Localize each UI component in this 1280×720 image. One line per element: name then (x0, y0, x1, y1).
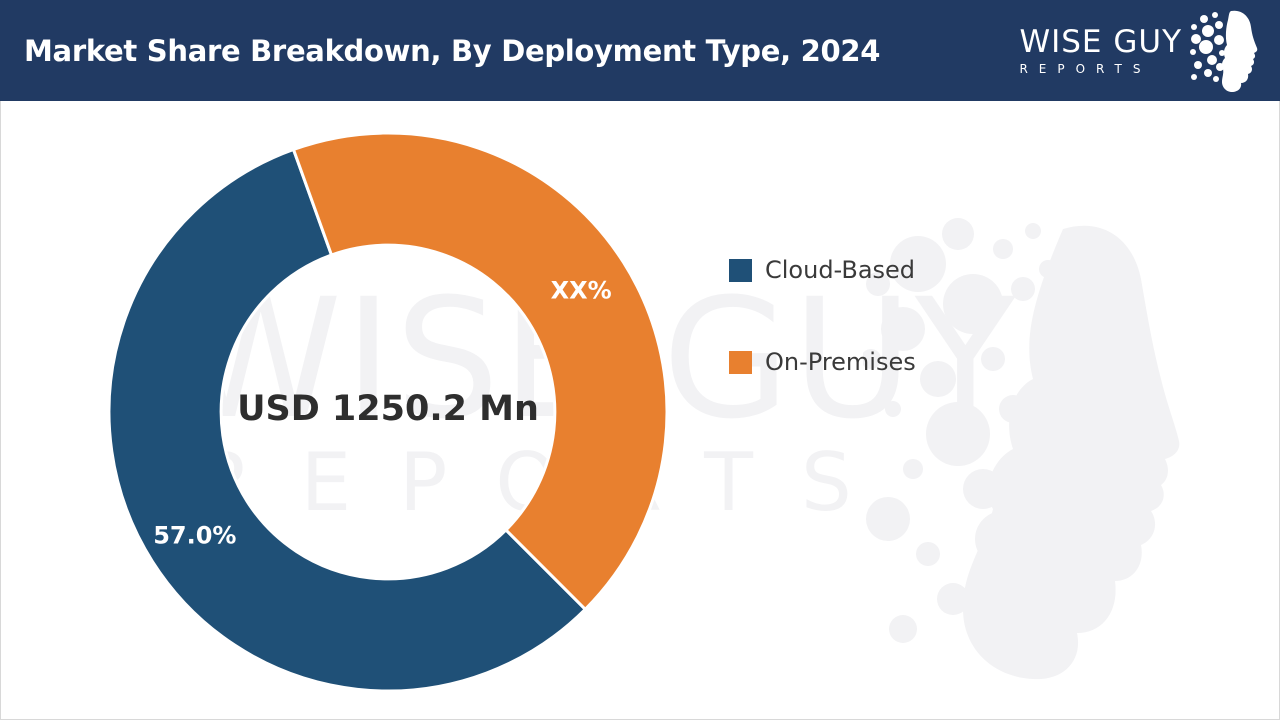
chart-area: WISE GUY REPORTS 57.0%XX% USD 1250.2 Mn … (0, 101, 1280, 720)
header-bar: Market Share Breakdown, By Deployment Ty… (0, 0, 1280, 101)
logo-subtitle: REPORTS (1019, 61, 1152, 76)
logo-text: WISE GUY REPORTS (1019, 25, 1182, 77)
donut-center-value: USD 1250.2 Mn (237, 389, 539, 429)
donut-slice-on-premises (291, 131, 669, 612)
legend-item-on-premises: On-Premises (729, 347, 916, 377)
legend-label-cloud-based: Cloud-Based (765, 256, 916, 284)
slice-percent-label-0: 57.0% (153, 522, 236, 550)
logo-wordmark: WISE GUY (1019, 23, 1182, 60)
legend-label-on-premises: On-Premises (765, 348, 916, 376)
slice-percent-label-1: XX% (551, 276, 612, 304)
legend-swatch-on-premises (729, 350, 752, 374)
page-title: Market Share Breakdown, By Deployment Ty… (24, 33, 881, 68)
logo-face-icon (1190, 10, 1258, 92)
chart-legend: Cloud-Based On-Premises (729, 255, 916, 439)
legend-swatch-cloud-based (729, 258, 752, 282)
donut-chart: 57.0% XX% (107, 131, 669, 693)
wise-guy-logo: WISE GUY REPORTS (1019, 7, 1262, 95)
legend-item-cloud-based: Cloud-Based (729, 255, 916, 285)
